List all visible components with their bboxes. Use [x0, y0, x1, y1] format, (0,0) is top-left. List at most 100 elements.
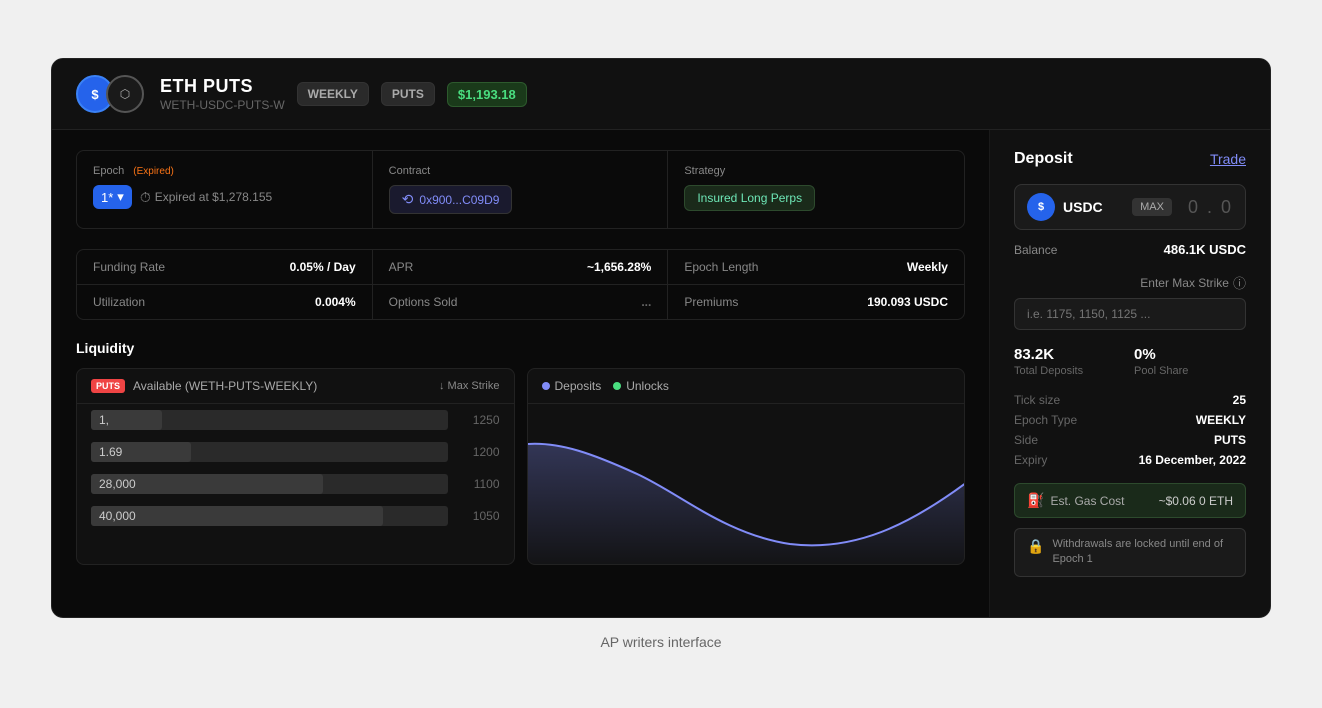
liq-label-group: PUTS Available (WETH-PUTS-WEEKLY): [91, 379, 317, 393]
contract-row: ⟲ 0x900...C09D9: [389, 185, 652, 214]
epoch-length-label: Epoch Length: [684, 260, 758, 274]
pool-share-value: 0%: [1134, 346, 1246, 363]
epoch-type-label: Epoch Type: [1014, 413, 1077, 427]
deposits-dot: [542, 382, 550, 390]
weekly-badge[interactable]: WEEKLY: [297, 82, 369, 106]
deposit-input-row: $ USDC MAX 0 . 0: [1014, 184, 1246, 230]
usdc-input-label: USDC: [1063, 199, 1103, 215]
contract-section: Contract ⟲ 0x900...C09D9: [373, 151, 669, 228]
puts-badge-small: PUTS: [91, 379, 125, 393]
right-panel: Deposit Trade $ USDC MAX 0 . 0 Balance 4…: [990, 130, 1270, 617]
funding-rate-label: Funding Rate: [93, 260, 165, 274]
clock-icon: ⏱: [140, 189, 151, 206]
liq-bar-3: 28,000: [91, 474, 448, 494]
total-deposits-cell: 83.2K Total Deposits: [1014, 346, 1126, 377]
epoch-label: Epoch (Expired): [93, 165, 356, 177]
header-title: ETH PUTS: [160, 76, 285, 97]
balance-value: 486.1K USDC: [1164, 242, 1246, 257]
utilization-value: 0.004%: [315, 295, 356, 309]
tick-size-label: Tick size: [1014, 393, 1060, 407]
liquidity-table-header: PUTS Available (WETH-PUTS-WEEKLY) ↓ Max …: [77, 369, 514, 404]
app-container: $ ⬡ ETH PUTS WETH-USDC-PUTS-W WEEKLY PUT…: [51, 58, 1271, 618]
chart-canvas: [528, 404, 965, 564]
gas-label: Est. Gas Cost: [1050, 494, 1124, 508]
tick-size-value: 25: [1233, 393, 1246, 407]
stats-row-1: Funding Rate 0.05% / Day APR ~1,656.28% …: [77, 250, 964, 285]
deposit-amount: 0 . 0: [1188, 197, 1233, 218]
logo-group: $ ⬡: [76, 75, 144, 113]
expired-text: ⏱ Expired at $1,278.155: [140, 189, 272, 206]
header-title-group: ETH PUTS WETH-USDC-PUTS-W: [160, 76, 285, 112]
expiry-value: 16 December, 2022: [1139, 453, 1246, 467]
info-grid: Epoch (Expired) 1* ▾ ⏱ Expired at $1,278…: [76, 150, 965, 229]
pool-share-cell: 0% Pool Share: [1134, 346, 1246, 377]
trade-link[interactable]: Trade: [1210, 151, 1246, 167]
apr-value: ~1,656.28%: [587, 260, 651, 274]
epoch-row: 1* ▾ ⏱ Expired at $1,278.155: [93, 185, 356, 209]
liquidity-header: Liquidity: [76, 340, 965, 356]
options-sold-label: Options Sold: [389, 295, 458, 309]
liq-bar-1: 1,: [91, 410, 448, 430]
deposit-title: Deposit: [1014, 150, 1073, 168]
side-row: Side PUTS: [1014, 433, 1246, 447]
max-strike-col-label: ↓ Max Strike: [439, 380, 500, 392]
legend-deposits: Deposits: [542, 379, 602, 393]
gas-icon: ⛽: [1027, 492, 1044, 509]
premiums-cell: Premiums 190.093 USDC: [668, 285, 964, 319]
legend-unlocks: Unlocks: [613, 379, 669, 393]
pool-share-label: Pool Share: [1134, 365, 1246, 377]
chart-header: Deposits Unlocks: [528, 369, 965, 404]
liq-available-label: Available (WETH-PUTS-WEEKLY): [133, 379, 317, 393]
info-icon: ⓘ: [1233, 273, 1246, 292]
left-panel: Epoch (Expired) 1* ▾ ⏱ Expired at $1,278…: [52, 130, 990, 617]
strategy-badge: Insured Long Perps: [684, 185, 815, 211]
header: $ ⬡ ETH PUTS WETH-USDC-PUTS-W WEEKLY PUT…: [52, 59, 1270, 130]
apr-cell: APR ~1,656.28%: [373, 250, 669, 284]
right-panel-header: Deposit Trade: [1014, 150, 1246, 168]
max-strike-header-label: Enter Max Strike: [1140, 276, 1229, 290]
deposits-info: 83.2K Total Deposits 0% Pool Share: [1014, 346, 1246, 377]
expired-badge: (Expired): [133, 166, 174, 177]
epoch-type-row: Epoch Type WEEKLY: [1014, 413, 1246, 427]
max-strike-header: Enter Max Strike ⓘ: [1014, 273, 1246, 292]
lock-icon: 🔒: [1027, 538, 1044, 555]
list-item: 1.69 1200: [77, 436, 514, 468]
liq-bar-4: 40,000: [91, 506, 448, 526]
max-button[interactable]: MAX: [1132, 198, 1172, 216]
usdc-input-logo: $: [1027, 193, 1055, 221]
max-strike-input[interactable]: [1014, 298, 1246, 330]
epoch-type-value: WEEKLY: [1196, 413, 1246, 427]
list-item: 1, 1250: [77, 404, 514, 436]
liquidity-table: PUTS Available (WETH-PUTS-WEEKLY) ↓ Max …: [76, 368, 515, 565]
contract-address[interactable]: ⟲ 0x900...C09D9: [389, 185, 513, 214]
stats-row-2: Utilization 0.004% Options Sold ... Prem…: [77, 285, 964, 319]
tick-size-row: Tick size 25: [1014, 393, 1246, 407]
max-strike-section: Enter Max Strike ⓘ: [1014, 273, 1246, 330]
chart-area: Deposits Unlocks: [527, 368, 966, 565]
strategy-row: Insured Long Perps: [684, 185, 948, 211]
list-item: 40,000 1050: [77, 500, 514, 532]
epoch-selector[interactable]: 1* ▾: [93, 185, 132, 209]
lock-notice: 🔒 Withdrawals are locked until end of Ep…: [1014, 528, 1246, 577]
side-value: PUTS: [1214, 433, 1246, 447]
liq-bar-2: 1.69: [91, 442, 448, 462]
premiums-value: 190.093 USDC: [867, 295, 948, 309]
strategy-section: Strategy Insured Long Perps: [668, 151, 964, 228]
epoch-length-value: Weekly: [907, 260, 948, 274]
list-item: 28,000 1100: [77, 468, 514, 500]
balance-row: Balance 486.1K USDC: [1014, 242, 1246, 257]
total-deposits-value: 83.2K: [1014, 346, 1126, 363]
chart-area-fill: [528, 444, 965, 564]
premiums-label: Premiums: [684, 295, 738, 309]
funding-rate-cell: Funding Rate 0.05% / Day: [77, 250, 373, 284]
apr-label: APR: [389, 260, 414, 274]
strategy-label: Strategy: [684, 165, 948, 177]
page-caption: AP writers interface: [600, 634, 721, 650]
expiry-label: Expiry: [1014, 453, 1047, 467]
puts-badge[interactable]: PUTS: [381, 82, 435, 106]
options-sold-value: ...: [641, 295, 651, 309]
stats-section: Funding Rate 0.05% / Day APR ~1,656.28% …: [76, 249, 965, 320]
gas-label-group: ⛽ Est. Gas Cost: [1027, 492, 1124, 509]
eth-logo-circle: ⬡: [106, 75, 144, 113]
epoch-section: Epoch (Expired) 1* ▾ ⏱ Expired at $1,278…: [77, 151, 373, 228]
